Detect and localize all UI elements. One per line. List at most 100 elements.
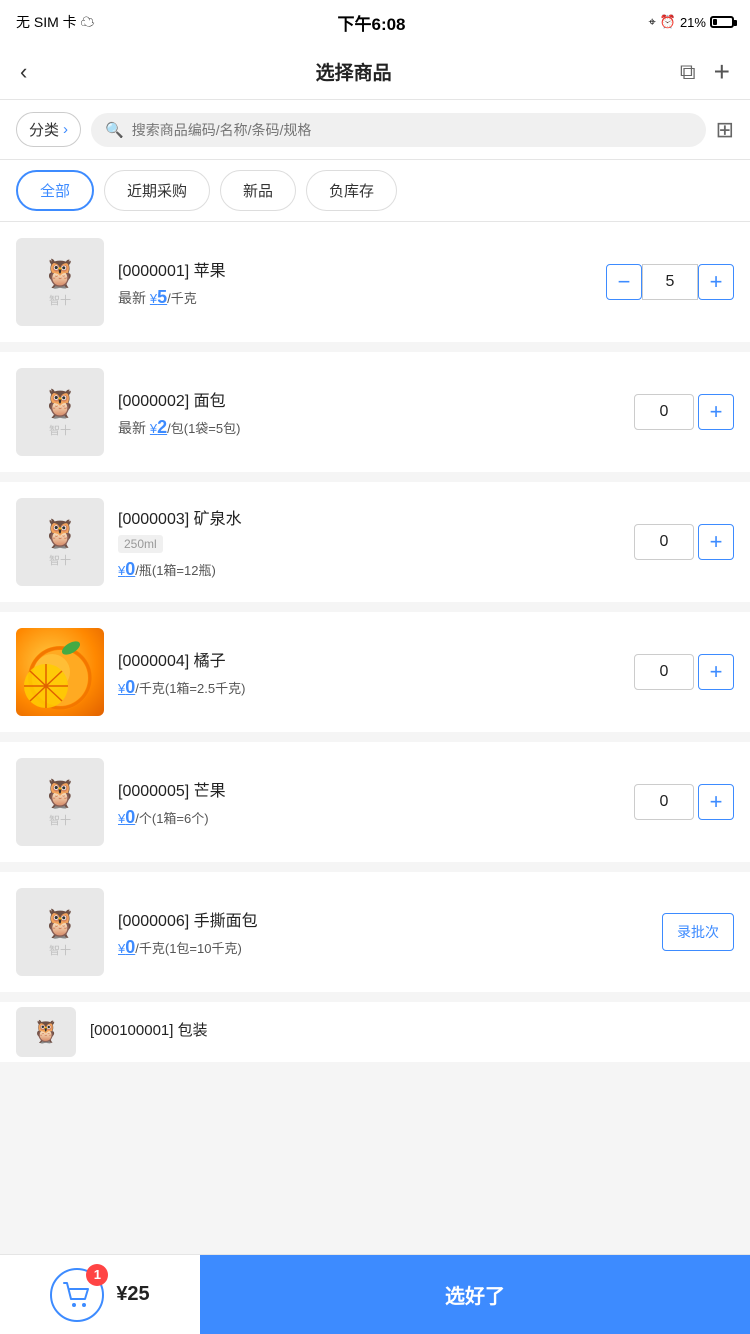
- cart-button[interactable]: 1: [50, 1268, 104, 1322]
- orange-image: [16, 628, 104, 716]
- category-button[interactable]: 分类 ›: [16, 112, 81, 147]
- quantity-control: +: [634, 654, 734, 690]
- confirm-button[interactable]: 选好了: [200, 1255, 750, 1334]
- product-thumbnail: 🦉 智十: [16, 238, 104, 326]
- status-time: 下午6:08: [337, 10, 405, 35]
- list-item: 🦉 智十 [0000002] 面包 最新 ¥2/包(1袋=5包) +: [0, 352, 750, 472]
- product-spec: 250ml: [118, 535, 163, 553]
- quantity-control: +: [634, 784, 734, 820]
- quantity-control: +: [634, 524, 734, 560]
- status-right: ⌖ ⏰ 21%: [648, 14, 734, 30]
- bottom-bar: 1 ¥25 选好了: [0, 1254, 750, 1334]
- tab-all[interactable]: 全部: [16, 170, 94, 211]
- increase-button[interactable]: +: [698, 654, 734, 690]
- product-info: [0000003] 矿泉水 250ml ¥0/瓶(1箱=12瓶): [118, 505, 620, 580]
- product-name: [0000002] 面包: [118, 387, 620, 411]
- product-info: [0000006] 手撕面包 ¥0/千克(1包=10千克): [118, 907, 648, 958]
- quantity-input[interactable]: [634, 784, 694, 820]
- search-icon: 🔍: [105, 121, 124, 139]
- status-bar: 无 SIM 卡 ☁ 下午6:08 ⌖ ⏰ 21%: [0, 0, 750, 44]
- increase-button[interactable]: +: [698, 524, 734, 560]
- product-price: 最新 ¥5/千克: [118, 287, 592, 308]
- product-thumbnail: 🦉: [16, 1007, 76, 1057]
- quantity-control: 录批次: [662, 913, 734, 951]
- alarm-icon: ⏰: [660, 14, 676, 30]
- product-price: ¥0/瓶(1箱=12瓶): [118, 559, 620, 580]
- placeholder-icon: 🦉 智十: [43, 257, 78, 308]
- divider: [0, 734, 750, 742]
- product-name: [0000004] 橘子: [118, 647, 620, 671]
- product-name: [0000003] 矿泉水: [118, 505, 620, 529]
- battery-icon: [710, 16, 734, 28]
- tab-recent[interactable]: 近期采购: [104, 170, 210, 211]
- scan-button[interactable]: ⊞: [716, 117, 734, 143]
- product-price: ¥0/千克(1包=10千克): [118, 937, 648, 958]
- quantity-input[interactable]: [634, 654, 694, 690]
- cart-icon: [62, 1281, 92, 1309]
- divider: [0, 864, 750, 872]
- divider: [0, 474, 750, 482]
- cart-badge: 1: [86, 1264, 108, 1286]
- battery-percent: 21%: [680, 15, 706, 30]
- placeholder-icon: 🦉 智十: [43, 777, 78, 828]
- list-item: 🦉 智十 [0000003] 矿泉水 250ml ¥0/瓶(1箱=12瓶) +: [0, 482, 750, 602]
- product-info: [000100001] 包装: [90, 1019, 734, 1046]
- product-thumbnail: 🦉 智十: [16, 888, 104, 976]
- product-price: ¥0/个(1箱=6个): [118, 807, 620, 828]
- list-item: 🦉 智十 [0000005] 芒果 ¥0/个(1箱=6个) +: [0, 742, 750, 862]
- tabs-bar: 全部 近期采购 新品 负库存: [0, 160, 750, 222]
- product-list: 🦉 智十 [0000001] 苹果 最新 ¥5/千克 − + 🦉 智十 [: [0, 222, 750, 1062]
- divider: [0, 604, 750, 612]
- product-thumbnail: [16, 628, 104, 716]
- page-title: 选择商品: [316, 58, 392, 85]
- product-thumbnail: 🦉 智十: [16, 498, 104, 586]
- bottom-spacer: [0, 1062, 750, 1142]
- filter-icon[interactable]: ⧉: [680, 59, 696, 85]
- nav-bar: ‹ 选择商品 ⧉ +: [0, 44, 750, 100]
- list-item: [0000004] 橘子 ¥0/千克(1箱=2.5千克) +: [0, 612, 750, 732]
- increase-button[interactable]: +: [698, 784, 734, 820]
- product-info: [0000004] 橘子 ¥0/千克(1箱=2.5千克): [118, 647, 620, 698]
- product-name: [0000001] 苹果: [118, 257, 592, 281]
- tab-new[interactable]: 新品: [220, 170, 296, 211]
- decrease-button[interactable]: −: [606, 264, 642, 300]
- list-item: 🦉 智十 [0000006] 手撕面包 ¥0/千克(1包=10千克) 录批次: [0, 872, 750, 992]
- product-price: ¥0/千克(1箱=2.5千克): [118, 677, 620, 698]
- tab-negative[interactable]: 负库存: [306, 170, 397, 211]
- divider: [0, 344, 750, 352]
- increase-button[interactable]: +: [698, 394, 734, 430]
- batch-button[interactable]: 录批次: [662, 913, 734, 951]
- product-price: 最新 ¥2/包(1袋=5包): [118, 417, 620, 438]
- product-thumbnail: 🦉 智十: [16, 368, 104, 456]
- search-box: 🔍: [91, 113, 706, 147]
- cart-section: 1 ¥25: [0, 1268, 200, 1322]
- nav-actions: ⧉ +: [680, 56, 730, 88]
- increase-button[interactable]: +: [698, 264, 734, 300]
- location-icon: ⌖: [648, 14, 655, 30]
- filter-bar: 分类 › 🔍 ⊞: [0, 100, 750, 160]
- product-name: [0000006] 手撕面包: [118, 907, 648, 931]
- divider: [0, 994, 750, 1002]
- product-thumbnail: 🦉 智十: [16, 758, 104, 846]
- product-name: [000100001] 包装: [90, 1019, 734, 1040]
- quantity-input[interactable]: [642, 264, 698, 300]
- quantity-input[interactable]: [634, 394, 694, 430]
- placeholder-icon: 🦉 智十: [43, 387, 78, 438]
- quantity-control: +: [634, 394, 734, 430]
- quantity-input[interactable]: [634, 524, 694, 560]
- quantity-control: − +: [606, 264, 734, 300]
- sim-status: 无 SIM 卡 ☁: [16, 12, 95, 32]
- list-item: 🦉 智十 [0000001] 苹果 最新 ¥5/千克 − +: [0, 222, 750, 342]
- placeholder-icon: 🦉 智十: [43, 517, 78, 568]
- cart-total: ¥25: [116, 1283, 149, 1306]
- placeholder-icon: 🦉 智十: [43, 907, 78, 958]
- product-name: [0000005] 芒果: [118, 777, 620, 801]
- list-item: 🦉 [000100001] 包装: [0, 1002, 750, 1062]
- search-input[interactable]: [132, 122, 692, 138]
- status-left: 无 SIM 卡 ☁: [16, 12, 95, 32]
- add-icon[interactable]: +: [714, 56, 730, 88]
- product-info: [0000005] 芒果 ¥0/个(1箱=6个): [118, 777, 620, 828]
- product-info: [0000002] 面包 最新 ¥2/包(1袋=5包): [118, 387, 620, 438]
- product-info: [0000001] 苹果 最新 ¥5/千克: [118, 257, 592, 308]
- back-button[interactable]: ‹: [20, 59, 27, 85]
